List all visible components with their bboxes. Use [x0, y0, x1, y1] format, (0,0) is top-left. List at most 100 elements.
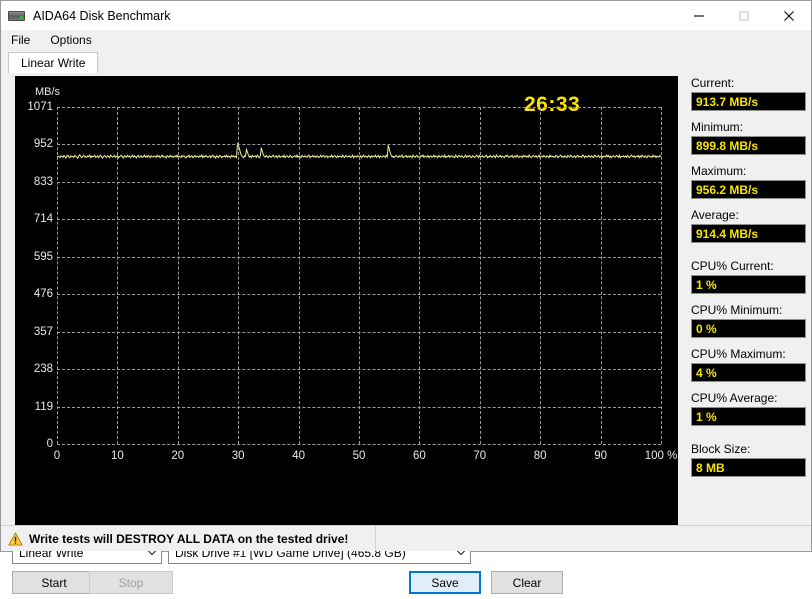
x-axis-tick-label: 10: [110, 450, 124, 462]
x-axis-tick-label: 80: [533, 450, 547, 462]
warning-triangle-icon: [8, 532, 23, 545]
stat-label: Maximum:: [691, 164, 747, 178]
grid-line-vertical: [298, 107, 300, 444]
minimize-icon: [693, 14, 704, 17]
grid-line-vertical: [177, 107, 179, 444]
x-axis-tick-label: 30: [231, 450, 245, 462]
stat-value-box: 0 %: [691, 319, 806, 338]
stat-label: CPU% Minimum:: [691, 303, 783, 317]
stop-button[interactable]: Stop: [89, 571, 173, 594]
x-axis-ticks: 0 10 20 30 40 50 60 70 80 90 100 %: [53, 450, 678, 466]
grid-line-vertical: [540, 107, 542, 444]
save-button[interactable]: Save: [409, 571, 481, 594]
grid-line-vertical: [661, 107, 662, 444]
stat-value-box: 8 MB: [691, 458, 806, 477]
stat-value: 1 %: [696, 409, 717, 424]
grid-line-vertical: [419, 107, 421, 444]
status-bar: Write tests will DESTROY ALL DATA on the…: [1, 525, 811, 551]
x-axis-tick-label: 70: [473, 450, 487, 462]
clear-button[interactable]: Clear: [491, 571, 563, 594]
stat-label: Minimum:: [691, 120, 744, 134]
stat-block: Block Size: 8 MB: [691, 442, 806, 477]
x-axis-tick-label: 90: [594, 450, 607, 462]
close-icon: [783, 10, 794, 21]
y-axis-tick-label: 476: [33, 288, 53, 301]
warning-text: Write tests will DESTROY ALL DATA on the…: [29, 531, 349, 546]
stat-value: 914.4 MB/s: [696, 226, 759, 241]
stat-label: CPU% Maximum:: [691, 347, 786, 361]
stat-value-box: 899.8 MB/s: [691, 136, 806, 155]
x-axis-tick-label: 60: [412, 450, 426, 462]
menu-bar: File Options: [1, 30, 811, 50]
stat-label: Current:: [691, 76, 735, 90]
close-button[interactable]: [766, 1, 811, 30]
x-axis-tick-label: 50: [352, 450, 366, 462]
stat-label: CPU% Average:: [691, 391, 778, 405]
window-controls: [676, 1, 811, 30]
title-bar: AIDA64 Disk Benchmark: [1, 1, 811, 30]
menu-item-options[interactable]: Options: [48, 32, 93, 48]
stat-label: CPU% Current:: [691, 259, 774, 273]
stat-block: CPU% Average: 1 %: [691, 391, 806, 426]
stat-block: CPU% Current: 1 %: [691, 259, 806, 294]
stat-value: 956.2 MB/s: [696, 182, 759, 197]
statistics-panel: Current: 913.7 MB/s Minimum: 899.8 MB/s Maxi…: [691, 76, 806, 486]
x-axis-tick-label: 0: [53, 450, 61, 462]
y-axis-tick-label: 238: [33, 363, 53, 376]
y-axis-tick-label: 119: [34, 400, 53, 413]
x-axis-tick-label: 20: [171, 450, 185, 462]
stat-value: 899.8 MB/s: [696, 138, 759, 153]
stat-value-box: 956.2 MB/s: [691, 180, 806, 199]
status-warning-cell: Write tests will DESTROY ALL DATA on the…: [1, 526, 376, 551]
title-bar-left: AIDA64 Disk Benchmark: [1, 9, 171, 23]
stat-value-box: 1 %: [691, 275, 806, 294]
grid-line-vertical: [600, 107, 602, 444]
main-content: MB/s 26:33 1071 952 833 714 595 476 357 238 119 0…: [1, 73, 811, 594]
stat-value-box: 4 %: [691, 363, 806, 382]
y-axis-ticks: 1071 952 833 714 595 476 357 238 119 0: [15, 76, 53, 532]
disk-drive-icon: [8, 9, 26, 23]
stat-block: Minimum: 899.8 MB/s: [691, 120, 806, 155]
menu-item-file[interactable]: File: [9, 32, 32, 48]
stat-label: Average:: [691, 208, 739, 222]
grid-line-vertical: [117, 107, 119, 444]
grid-line-horizontal: [57, 444, 661, 445]
stat-value-box: 913.7 MB/s: [691, 92, 806, 111]
x-axis-tick-label: 40: [292, 450, 305, 462]
stat-block: Average: 914.4 MB/s: [691, 208, 806, 243]
aida64-disk-benchmark-window: AIDA64 Disk Benchmark File Options Linea…: [0, 0, 812, 594]
y-axis-tick-label: 952: [33, 138, 53, 151]
tab-linear-write[interactable]: Linear Write: [8, 52, 99, 73]
stat-value-box: 914.4 MB/s: [691, 224, 806, 243]
stat-block: Current: 913.7 MB/s: [691, 76, 806, 111]
maximize-button[interactable]: [721, 1, 766, 30]
stat-value: 0 %: [696, 321, 717, 336]
benchmark-chart: MB/s 26:33 1071 952 833 714 595 476 357 238 119 0…: [15, 76, 678, 532]
stat-value: 1 %: [696, 277, 717, 292]
minimize-button[interactable]: [676, 1, 721, 30]
plot-area: [57, 107, 662, 445]
start-button[interactable]: Start: [12, 571, 96, 594]
y-axis-tick-label: 595: [33, 250, 53, 263]
window-title: AIDA64 Disk Benchmark: [33, 8, 171, 23]
y-axis-tick-label: 1071: [27, 101, 53, 113]
tab-strip: Linear Write: [1, 50, 811, 73]
stat-label: Block Size:: [691, 442, 751, 456]
y-axis-tick-label: 357: [33, 325, 53, 338]
grid-line-vertical: [238, 107, 240, 444]
grid-line-vertical: [57, 107, 58, 444]
stat-value: 8 MB: [696, 460, 725, 475]
stat-value-box: 1 %: [691, 407, 806, 426]
x-axis-tick-label: 100 %: [644, 450, 678, 462]
y-axis-tick-label: 714: [33, 213, 53, 226]
stat-block: CPU% Minimum: 0 %: [691, 303, 806, 338]
y-axis-tick-label: 0: [46, 438, 53, 450]
grid-line-vertical: [359, 107, 360, 444]
grid-line-vertical: [479, 107, 481, 444]
maximize-icon: [738, 10, 749, 21]
y-axis-tick-label: 833: [33, 175, 53, 188]
stat-block: Maximum: 956.2 MB/s: [691, 164, 806, 199]
status-spare-cell: [376, 526, 811, 551]
stat-value: 913.7 MB/s: [696, 94, 759, 109]
stat-value: 4 %: [696, 365, 717, 380]
